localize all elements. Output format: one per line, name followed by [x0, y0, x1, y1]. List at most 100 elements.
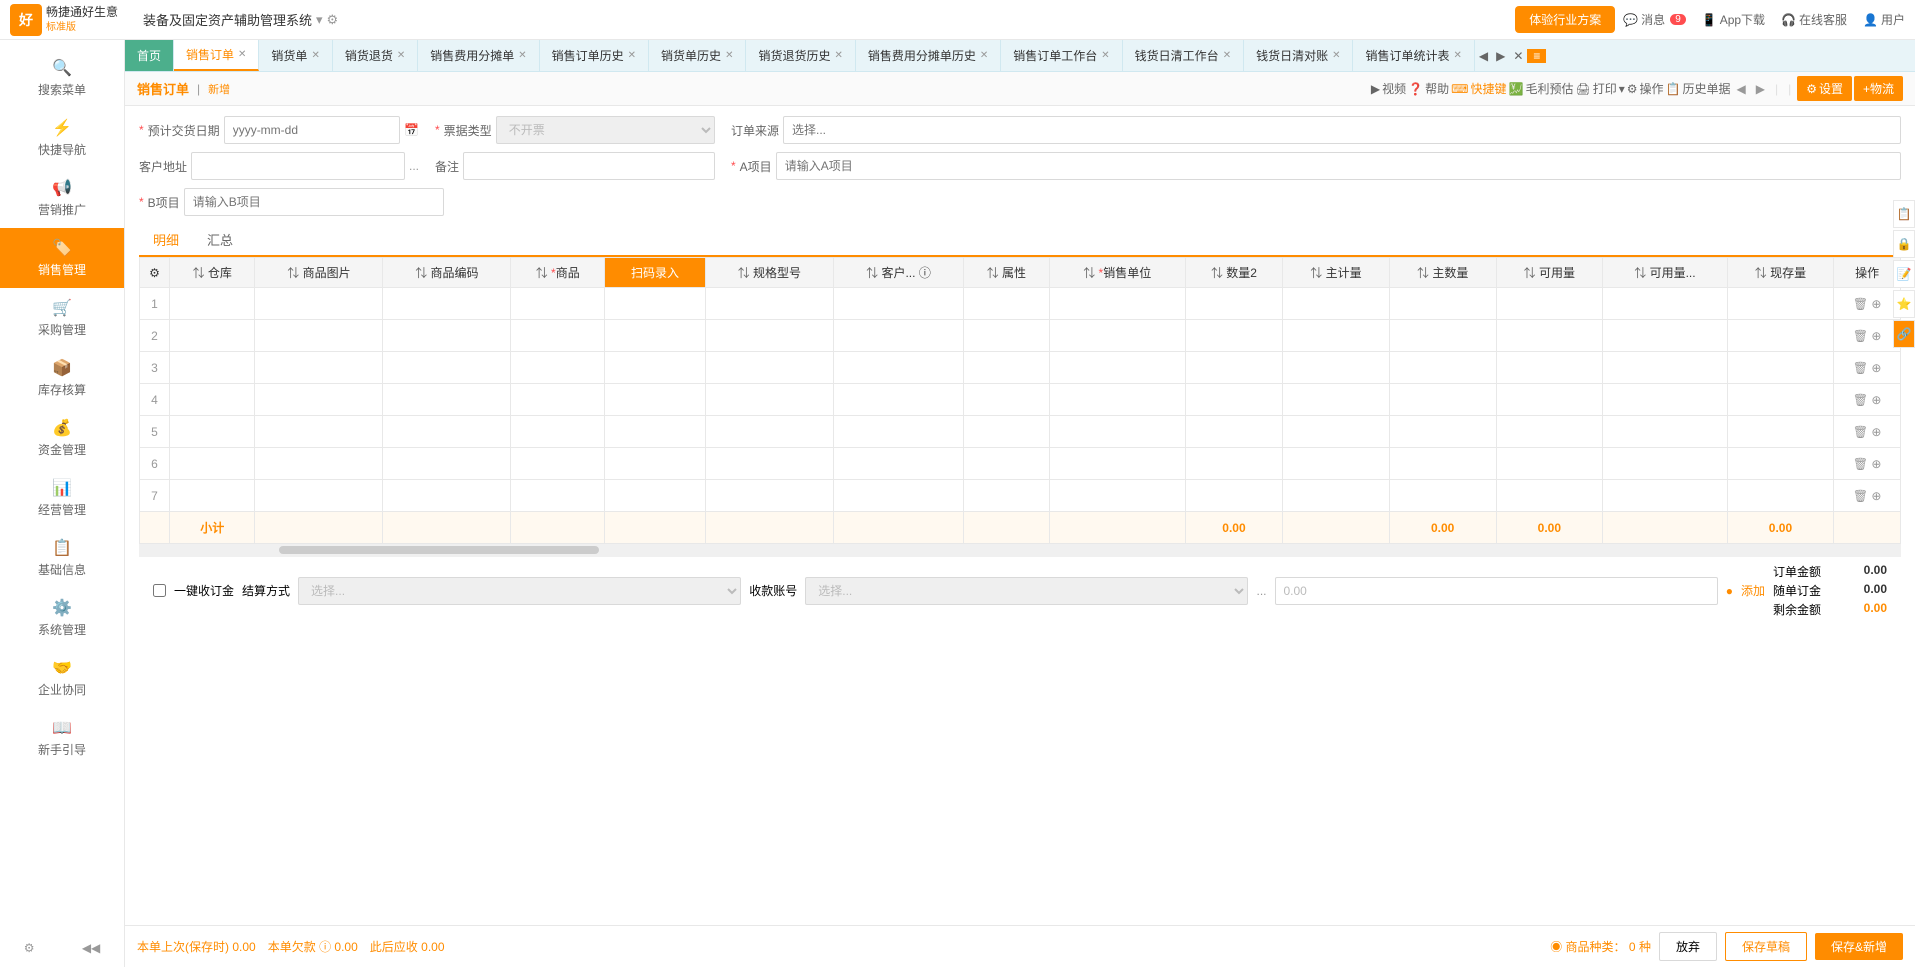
sidebar-item-finance[interactable]: 💰 资金管理	[0, 408, 124, 468]
tab-sales-fee-history[interactable]: 销售费用分摊单历史 ✕	[856, 40, 1001, 71]
toolbar-operation[interactable]: ⚙ 操作	[1627, 80, 1664, 97]
settings-btn[interactable]: ⚙ 设置	[1797, 76, 1852, 101]
order-source-input[interactable]	[783, 116, 1901, 144]
tab-sales-fee-history-close[interactable]: ✕	[980, 50, 988, 61]
tab-sales-order-history[interactable]: 销售订单历史 ✕	[540, 40, 649, 71]
account-select[interactable]: 选择...	[805, 577, 1248, 605]
delivery-date-input[interactable]	[224, 116, 400, 144]
row-copy-icon[interactable]: ⊕	[1871, 361, 1881, 375]
right-tool-star[interactable]: ⭐	[1893, 290, 1915, 318]
account-ellipsis[interactable]: ...	[1256, 584, 1266, 598]
tab-sales-return-history-close[interactable]: ✕	[834, 50, 842, 61]
add-logistics-btn[interactable]: +物流	[1854, 76, 1903, 101]
row-delete-icon[interactable]: 🗑	[1853, 329, 1868, 343]
toolbar-shortcut[interactable]: ⌨ 快捷键	[1451, 80, 1506, 97]
tab-sales-return-close[interactable]: ✕	[397, 50, 405, 61]
settlement-select[interactable]: 选择...	[298, 577, 741, 605]
toolbar-prev-icon[interactable]: ◀	[1732, 82, 1749, 96]
horizontal-scrollbar[interactable]	[139, 544, 1901, 556]
right-tool-clipboard[interactable]: 📋	[1893, 200, 1915, 228]
row-copy-icon[interactable]: ⊕	[1871, 297, 1881, 311]
row-delete-icon[interactable]: 🗑	[1853, 393, 1868, 407]
industry-btn[interactable]: 体验行业方案	[1515, 6, 1615, 33]
deposit-amount-input[interactable]	[1275, 577, 1718, 605]
sidebar-item-basic[interactable]: 📋 基础信息	[0, 528, 124, 588]
toolbar-preview[interactable]: ▶ 视频	[1371, 80, 1406, 97]
discard-btn[interactable]: 放弃	[1659, 932, 1717, 961]
th-scan[interactable]: 扫码录入	[605, 258, 706, 288]
tab-sales-back-close[interactable]: ✕	[311, 50, 319, 61]
print-dropdown-icon[interactable]: ▾	[1619, 82, 1625, 96]
save-draft-btn[interactable]: 保存草稿	[1725, 932, 1807, 961]
row-delete-icon[interactable]: 🗑	[1853, 489, 1868, 503]
invoice-type-select[interactable]: 不开票	[496, 116, 715, 144]
tab-sales-order-close[interactable]: ✕	[238, 49, 246, 60]
row-delete-icon[interactable]: 🗑	[1853, 457, 1868, 471]
delivery-calendar-icon[interactable]: 📅	[404, 123, 419, 137]
note-input[interactable]	[463, 152, 715, 180]
tab-sales-back-history[interactable]: 销货单历史 ✕	[649, 40, 746, 71]
sidebar-item-quicknav[interactable]: ⚡ 快捷导航	[0, 108, 124, 168]
tab-nav-next[interactable]: ▶	[1492, 49, 1509, 63]
toolbar-print[interactable]: 🖨 打印 ▾	[1575, 80, 1624, 97]
tab-sales-fee[interactable]: 销售费用分摊单 ✕	[418, 40, 539, 71]
save-new-btn[interactable]: 保存&新增	[1815, 933, 1903, 960]
tab-summary[interactable]: 汇总	[193, 224, 247, 255]
row-delete-icon[interactable]: 🗑	[1853, 361, 1868, 375]
user-btn[interactable]: 👤 用户	[1863, 11, 1905, 28]
sidebar-item-purchase[interactable]: 🛒 采购管理	[0, 288, 124, 348]
toolbar-profit[interactable]: 💹 毛利预估	[1508, 80, 1573, 97]
tab-sales-back[interactable]: 销货单 ✕	[259, 40, 332, 71]
address-input[interactable]	[191, 152, 405, 180]
right-tool-link[interactable]: 🔗	[1893, 320, 1915, 348]
right-tool-lock[interactable]: 🔒	[1893, 230, 1915, 258]
row-delete-icon[interactable]: 🗑	[1853, 297, 1868, 311]
row-copy-icon[interactable]: ⊕	[1871, 457, 1881, 471]
tab-sales-fee-close[interactable]: ✕	[518, 50, 526, 61]
online-service-btn[interactable]: 🎧 在线客服	[1781, 11, 1847, 28]
sidebar-item-search[interactable]: 🔍 搜索菜单	[0, 48, 124, 108]
sidebar-item-operation[interactable]: 📊 经营管理	[0, 468, 124, 528]
tab-sales-order-workbench[interactable]: 销售订单工作台 ✕	[1001, 40, 1122, 71]
settings-icon[interactable]: ⚙	[327, 12, 339, 28]
toolbar-help[interactable]: ❓ 帮助	[1408, 80, 1449, 97]
tab-sales-stat-close[interactable]: ✕	[1454, 50, 1462, 61]
tab-home[interactable]: 首页	[125, 40, 174, 71]
tab-sales-stat[interactable]: 销售订单统计表 ✕	[1353, 40, 1474, 71]
sidebar-item-system[interactable]: ⚙️ 系统管理	[0, 588, 124, 648]
b-project-input[interactable]	[184, 188, 444, 216]
sidebar-collapse-icon[interactable]: ◀◀	[82, 941, 100, 955]
address-ellipsis[interactable]: ...	[409, 159, 419, 173]
sidebar-item-sales[interactable]: 🏷️ 销售管理	[0, 228, 124, 288]
tab-sales-order[interactable]: 销售订单 ✕	[174, 40, 259, 71]
sidebar-item-marketing[interactable]: 📢 营销推广	[0, 168, 124, 228]
tab-cash-reconcile-close[interactable]: ✕	[1332, 50, 1340, 61]
tab-cash-workbench-close[interactable]: ✕	[1223, 50, 1231, 61]
right-tool-edit[interactable]: 📝	[1893, 260, 1915, 288]
sidebar-settings-icon[interactable]: ⚙	[24, 941, 35, 955]
app-download-btn[interactable]: 📱 App下载	[1702, 11, 1765, 28]
tab-nav-close-all[interactable]: ✕	[1509, 49, 1527, 63]
sidebar-item-guide[interactable]: 📖 新手引导	[0, 708, 124, 768]
sidebar-item-inventory[interactable]: 📦 库存核算	[0, 348, 124, 408]
toolbar-next-icon[interactable]: ▶	[1752, 82, 1769, 96]
row-copy-icon[interactable]: ⊕	[1871, 489, 1881, 503]
tab-nav-prev[interactable]: ◀	[1475, 49, 1492, 63]
toolbar-history[interactable]: 📋 历史单据	[1666, 80, 1731, 97]
tab-sales-back-history-close[interactable]: ✕	[725, 50, 733, 61]
tab-sales-return[interactable]: 销货退货 ✕	[333, 40, 418, 71]
one-click-deposit-checkbox[interactable]	[153, 584, 166, 597]
row-copy-icon[interactable]: ⊕	[1871, 425, 1881, 439]
add-btn[interactable]: 添加	[1741, 582, 1765, 599]
system-title-dropdown[interactable]: ▾	[316, 12, 323, 28]
tab-detail[interactable]: 明细	[139, 224, 193, 257]
th-settings[interactable]: ⚙	[140, 258, 170, 288]
tab-nav-menu[interactable]: ≡	[1527, 49, 1546, 63]
row-delete-icon[interactable]: 🗑	[1853, 425, 1868, 439]
tab-sales-order-workbench-close[interactable]: ✕	[1101, 50, 1109, 61]
tab-cash-workbench[interactable]: 钱货日清工作台 ✕	[1123, 40, 1244, 71]
a-project-input[interactable]	[776, 152, 1901, 180]
message-btn[interactable]: 💬 消息 9	[1623, 11, 1686, 28]
tab-sales-return-history[interactable]: 销货退货历史 ✕	[746, 40, 855, 71]
tab-cash-reconcile[interactable]: 钱货日清对账 ✕	[1244, 40, 1353, 71]
